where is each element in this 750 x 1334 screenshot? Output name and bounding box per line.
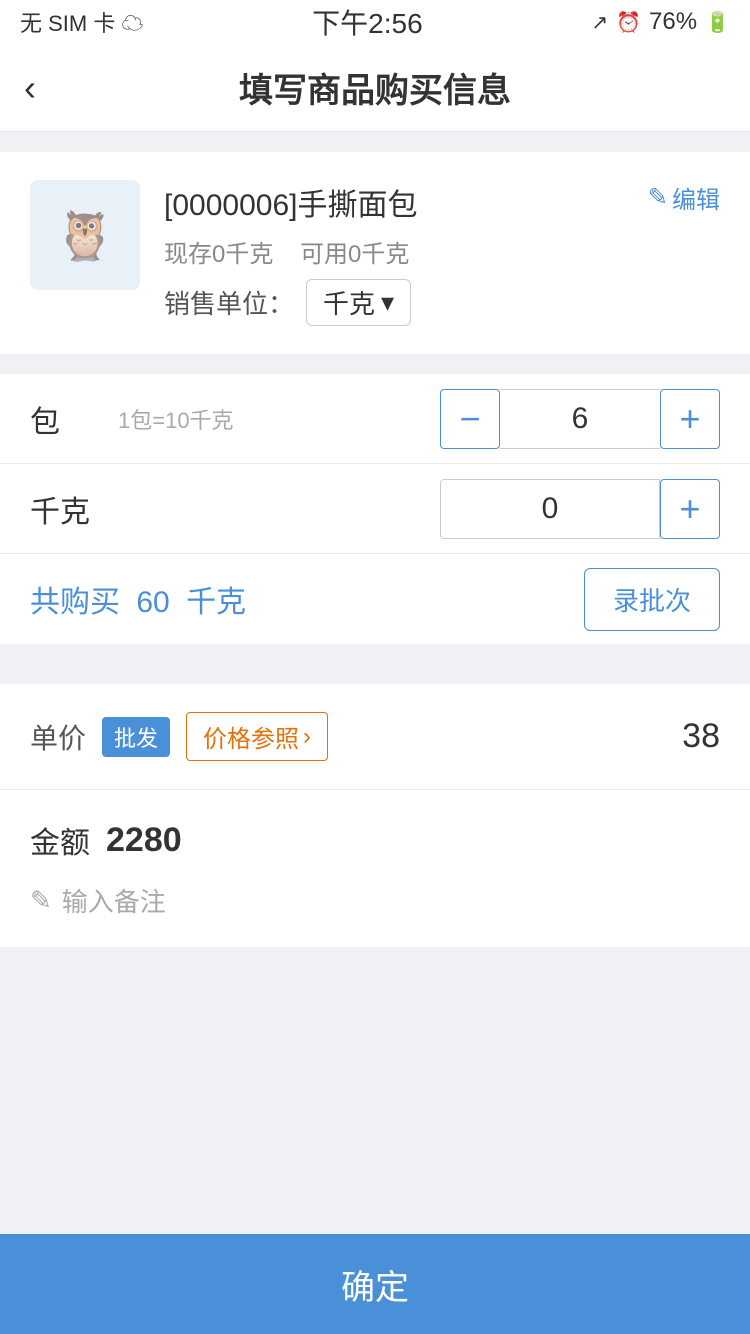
price-tag: 批发 [102,717,170,757]
package-qty-control: − + [440,389,720,449]
total-label: 共购买 60 千克 [30,577,246,621]
content-empty [0,947,750,1277]
remark-row[interactable]: ✎ 输入备注 [30,882,720,947]
confirm-bar[interactable]: 确定 [0,1234,750,1334]
package-plus-button[interactable]: + [660,389,720,449]
price-row: 单价 批发 价格参照 › 38 [30,712,720,761]
input-section: 包 1包=10千克 − + 千克 + [0,374,750,554]
unit-label: 销售单位： [164,284,294,321]
amount-value: 2280 [106,821,182,860]
unit-arrow-icon: ▾ [381,287,394,318]
kg-plus-button[interactable]: + [660,479,720,539]
page-title: 填写商品购买信息 [239,63,511,112]
price-ref-label: 价格参照 [203,719,299,754]
package-sublabel: 1包=10千克 [118,403,440,435]
price-value: 38 [682,717,720,756]
kg-label: 千克 [30,487,110,531]
product-thumbnail: 🦉 [30,180,140,290]
package-qty-input[interactable] [500,389,660,449]
total-row: 共购买 60 千克 录批次 [0,554,750,644]
unit-value: 千克 [323,284,375,321]
price-ref-button[interactable]: 价格参照 › [186,712,328,761]
total-unit: 千克 [186,586,246,619]
back-button[interactable]: ‹ [24,67,36,109]
record-batch-button[interactable]: 录批次 [584,568,720,631]
section-divider-2 [0,644,750,664]
amount-section: 金额 2280 ✎ 输入备注 [0,789,750,947]
unit-select[interactable]: 千克 ▾ [306,279,411,326]
product-card: 🦉 [0000006]手撕面包 现存0千克 可用0千克 销售单位： 千克 ▾ ✎… [0,152,750,354]
kg-input-row: 千克 + [0,464,750,554]
battery-label: 76% [649,8,697,36]
product-stock: 现存0千克 可用0千克 [164,234,720,269]
status-bar: 无 SIM 卡 ☁ 下午2:56 ↗ ⏰ 76% 🔋 [0,0,750,44]
package-input-row: 包 1包=10千克 − + [0,374,750,464]
edit-icon: ✎ [648,183,668,212]
package-minus-button[interactable]: − [440,389,500,449]
total-qty: 60 [136,586,169,619]
kg-qty-input[interactable] [440,479,660,539]
status-left: 无 SIM 卡 ☁ [20,6,143,38]
amount-label: 金额 [30,818,90,862]
status-time: 下午2:56 [312,2,423,42]
price-label: 单价 [30,717,86,757]
edit-button[interactable]: ✎ 编辑 [648,180,720,215]
status-right: ↗ ⏰ 76% 🔋 [591,8,730,36]
price-ref-arrow-icon: › [303,723,311,751]
product-unit-row: 销售单位： 千克 ▾ [164,279,720,326]
total-prefix: 共购买 [30,586,120,619]
location-icon: ↗ [591,10,608,35]
product-thumb-icon: 🦉 [55,207,115,264]
alarm-icon: ⏰ [616,10,641,35]
amount-row: 金额 2280 [30,818,720,862]
remark-placeholder: 输入备注 [62,882,166,919]
confirm-button-label: 确定 [341,1260,409,1309]
price-section: 单价 批发 价格参照 › 38 [0,684,750,789]
edit-label: 编辑 [672,180,720,215]
stock-available: 可用0千克 [300,241,409,268]
kg-qty-control: + [440,479,720,539]
stock-current: 现存0千克 [164,241,273,268]
battery-icon: 🔋 [705,10,730,35]
product-info: [0000006]手撕面包 现存0千克 可用0千克 销售单位： 千克 ▾ [164,180,720,326]
product-name: [0000006]手撕面包 [164,180,720,224]
section-divider-1 [0,354,750,374]
package-label: 包 [30,397,110,441]
nav-bar: ‹ 填写商品购买信息 [0,44,750,132]
remark-icon: ✎ [30,885,52,916]
sim-label: 无 SIM 卡 ☁ [20,6,143,38]
